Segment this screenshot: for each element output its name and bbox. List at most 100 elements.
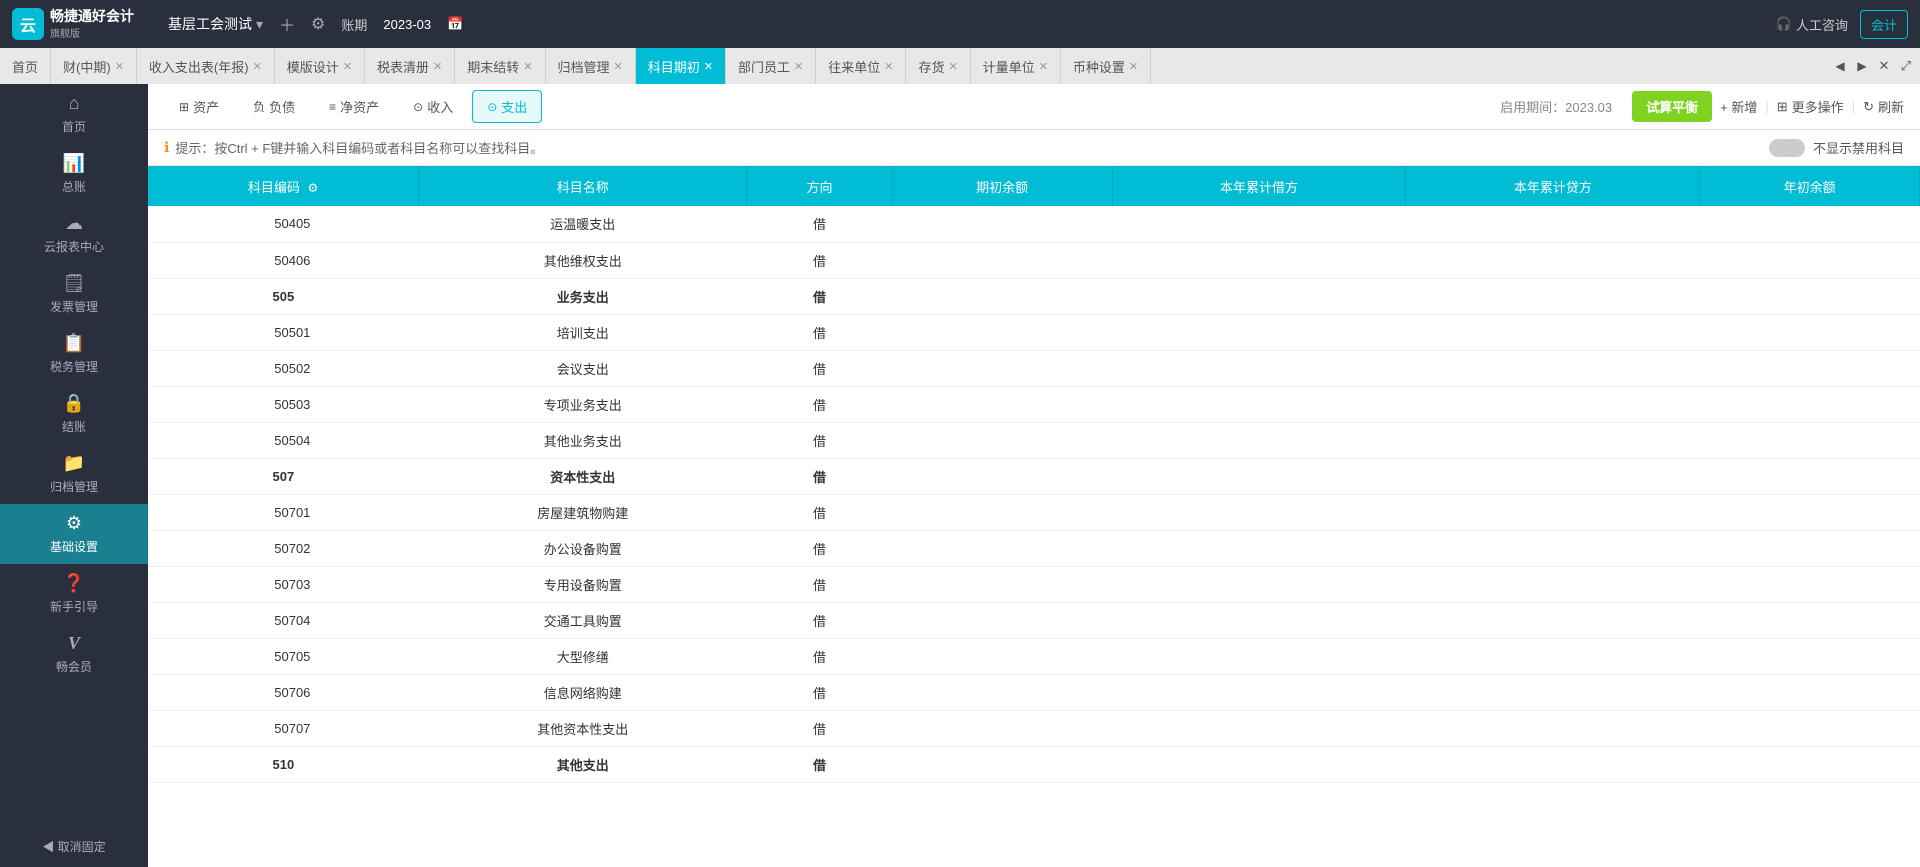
- table-row[interactable]: 50406 其他维权支出 借: [148, 242, 1920, 278]
- table-row[interactable]: 510 其他支出 借: [148, 746, 1920, 782]
- sub-tab-liability[interactable]: 负 负债: [238, 90, 310, 123]
- table-row[interactable]: 50703 专用设备购置 借: [148, 566, 1920, 602]
- sidebar-item-tax[interactable]: 📋 税务管理: [0, 324, 148, 384]
- tab-close-icon[interactable]: ✕: [884, 60, 893, 73]
- table-row[interactable]: 50501 培训支出 借: [148, 314, 1920, 350]
- refresh-label: 刷新: [1878, 97, 1904, 116]
- tab-close-icon[interactable]: ✕: [433, 60, 442, 73]
- member-icon: V: [68, 633, 80, 654]
- cell-opening-balance: [892, 278, 1112, 314]
- tab-subject-init[interactable]: 科目期初 ✕: [636, 48, 726, 84]
- table-row[interactable]: 50503 专项业务支出 借: [148, 386, 1920, 422]
- col-code: 科目编码 ⚙: [148, 166, 419, 206]
- tab-close-icon[interactable]: ✕: [343, 60, 352, 73]
- net-asset-tab-icon: ≡: [329, 100, 336, 114]
- collapse-button[interactable]: ◀ 取消固定: [12, 838, 136, 855]
- cell-year-opening: [1700, 746, 1920, 782]
- cell-name: 专用设备购置: [419, 566, 747, 602]
- toggle-switch[interactable]: [1769, 139, 1805, 157]
- table-row[interactable]: 50502 会议支出 借: [148, 350, 1920, 386]
- cell-direction: 借: [747, 566, 893, 602]
- table-row[interactable]: 50405 运温暖支出 借: [148, 206, 1920, 242]
- add-button[interactable]: + 新增: [1720, 97, 1757, 116]
- tab-prev-button[interactable]: ◀: [1830, 56, 1850, 76]
- account-button[interactable]: 会计: [1860, 10, 1908, 39]
- tab-currency[interactable]: 币种设置 ✕: [1061, 48, 1151, 84]
- tab-close-icon[interactable]: ✕: [948, 60, 957, 73]
- sidebar-item-archive[interactable]: 📁 归档管理: [0, 444, 148, 504]
- tab-close-icon[interactable]: ✕: [794, 60, 803, 73]
- cell-ytd-debit: [1112, 386, 1406, 422]
- tab-close-icon[interactable]: ✕: [614, 60, 623, 73]
- table-row[interactable]: 50702 办公设备购置 借: [148, 530, 1920, 566]
- sidebar-item-general-ledger[interactable]: 📊 总账: [0, 144, 148, 204]
- tab-close-icon[interactable]: ✕: [1129, 60, 1138, 73]
- archive-icon: 📁: [63, 453, 85, 474]
- cell-code: 50703: [148, 566, 419, 602]
- add-company-icon[interactable]: ＋: [279, 12, 295, 36]
- sidebar-item-basic-settings[interactable]: ⚙ 基础设置: [0, 504, 148, 564]
- cell-name: 其他业务支出: [419, 422, 747, 458]
- table-row[interactable]: 505 业务支出 借: [148, 278, 1920, 314]
- tab-template[interactable]: 模版设计 ✕: [275, 48, 365, 84]
- cell-ytd-credit: [1406, 458, 1700, 494]
- table-row[interactable]: 50704 交通工具购置 借: [148, 602, 1920, 638]
- table-row[interactable]: 50706 信息网络购建 借: [148, 674, 1920, 710]
- balance-button[interactable]: 试算平衡: [1632, 91, 1712, 122]
- table-row[interactable]: 507 资本性支出 借: [148, 458, 1920, 494]
- tab-finance-mid[interactable]: 财(中期) ✕: [51, 48, 137, 84]
- table-row[interactable]: 50705 大型修缮 借: [148, 638, 1920, 674]
- tab-archive[interactable]: 归档管理 ✕: [546, 48, 636, 84]
- cell-ytd-debit: [1112, 638, 1406, 674]
- settings-icon[interactable]: ⚙: [311, 14, 325, 34]
- tab-income-annual[interactable]: 收入支出表(年报) ✕: [137, 48, 275, 84]
- cell-code: 50504: [148, 422, 419, 458]
- tab-contacts[interactable]: 往来单位 ✕: [816, 48, 906, 84]
- tab-close-icon[interactable]: ✕: [523, 60, 532, 73]
- tab-close-icon[interactable]: ✕: [704, 60, 713, 73]
- sidebar-item-member[interactable]: V 畅会员: [0, 624, 148, 684]
- tab-home[interactable]: 首页: [0, 48, 51, 84]
- col-year-opening: 年初余额: [1700, 166, 1920, 206]
- cell-direction: 借: [747, 242, 893, 278]
- sub-tab-expenditure[interactable]: ⊙ 支出: [472, 90, 542, 123]
- support-button[interactable]: 🎧 人工咨询: [1776, 15, 1848, 34]
- table-container[interactable]: 科目编码 ⚙ 科目名称 方向 期初余额 本年累计借方 本年累计贷方 年初余额 5…: [148, 166, 1920, 867]
- cell-name: 其他支出: [419, 746, 747, 782]
- more-button[interactable]: ⊞ 更多操作: [1777, 97, 1844, 116]
- calendar-icon[interactable]: 📅: [447, 16, 463, 32]
- tab-expand-button[interactable]: ⤢: [1896, 56, 1916, 76]
- sub-tab-asset[interactable]: ⊞ 资产: [164, 90, 234, 123]
- sidebar-item-home[interactable]: ⌂ 首页: [0, 84, 148, 144]
- tab-inventory[interactable]: 存货 ✕: [906, 48, 970, 84]
- tab-period-end[interactable]: 期末结转 ✕: [455, 48, 545, 84]
- tab-next-button[interactable]: ▶: [1852, 56, 1872, 76]
- table-row[interactable]: 50707 其他资本性支出 借: [148, 710, 1920, 746]
- sidebar-item-invoice[interactable]: 🗒 发票管理: [0, 264, 148, 324]
- sub-tab-expenditure-label: 支出: [501, 97, 527, 116]
- divider: |: [1765, 99, 1768, 114]
- refresh-button[interactable]: ↻ 刷新: [1863, 97, 1904, 116]
- sub-tab-income-label: 收入: [427, 97, 453, 116]
- tab-unit[interactable]: 计量单位 ✕: [971, 48, 1061, 84]
- tab-dept-employee[interactable]: 部门员工 ✕: [726, 48, 816, 84]
- cell-ytd-debit: [1112, 242, 1406, 278]
- tab-close-all-button[interactable]: ✕: [1874, 56, 1894, 76]
- company-selector[interactable]: 基层工会测试 ▾: [168, 14, 263, 34]
- col-gear-icon[interactable]: ⚙: [308, 181, 319, 195]
- sidebar-item-guide[interactable]: ❓ 新手引导: [0, 564, 148, 624]
- tab-close-icon[interactable]: ✕: [253, 60, 262, 73]
- company-dropdown-icon: ▾: [256, 16, 263, 33]
- tab-close-icon[interactable]: ✕: [1039, 60, 1048, 73]
- sub-tab-net-asset[interactable]: ≡ 净资产: [314, 90, 394, 123]
- table-row[interactable]: 50504 其他业务支出 借: [148, 422, 1920, 458]
- sidebar-item-settlement[interactable]: 🔒 结账: [0, 384, 148, 444]
- table-row[interactable]: 50701 房屋建筑物购建 借: [148, 494, 1920, 530]
- tab-close-icon[interactable]: ✕: [115, 60, 124, 73]
- cell-opening-balance: [892, 638, 1112, 674]
- tab-tax-table[interactable]: 税表清册 ✕: [365, 48, 455, 84]
- sub-tab-income[interactable]: ⊙ 收入: [398, 90, 468, 123]
- divider2: |: [1852, 99, 1855, 114]
- sidebar-item-cloud-report[interactable]: ☁ 云报表中心: [0, 204, 148, 264]
- cell-direction: 借: [747, 314, 893, 350]
